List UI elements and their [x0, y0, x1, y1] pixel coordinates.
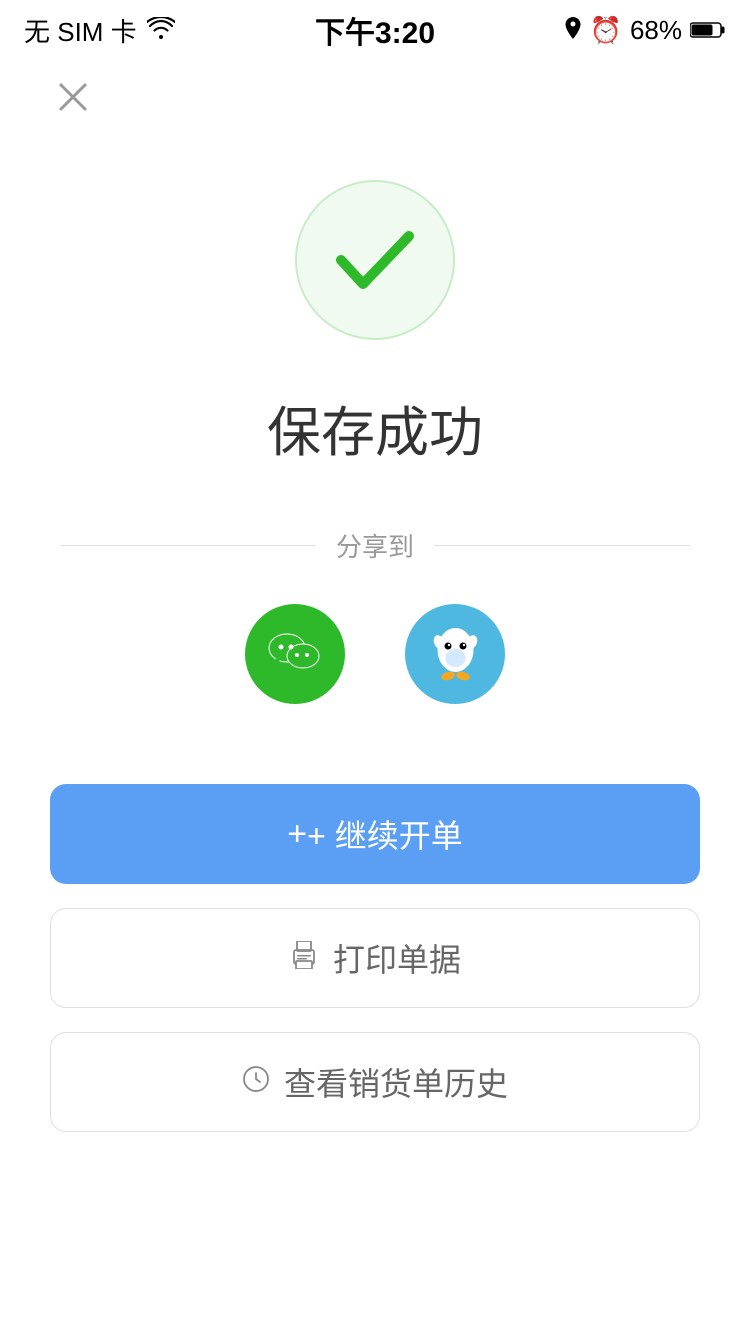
divider-left [60, 545, 316, 546]
main-content: 保存成功 分享到 [0, 60, 750, 1132]
plus-icon: + [287, 815, 307, 854]
wechat-share-button[interactable] [245, 604, 345, 704]
action-buttons: + + 继续开单 打印单据 [0, 784, 750, 1132]
print-label: 打印单据 [333, 935, 461, 981]
success-icon-circle [295, 180, 455, 340]
no-sim-label: 无 SIM 卡 [24, 12, 137, 49]
success-title: 保存成功 [267, 388, 483, 467]
divider-right [434, 545, 690, 546]
alarm-icon: ⏰ [590, 15, 622, 46]
history-label: 查看销货单历史 [284, 1059, 508, 1105]
status-left: 无 SIM 卡 [24, 12, 175, 49]
history-button[interactable]: 查看销货单历史 [50, 1032, 700, 1132]
battery-icon [690, 15, 726, 46]
print-button[interactable]: 打印单据 [50, 908, 700, 1008]
status-bar: 无 SIM 卡 下午3:20 ⏰ 68% [0, 0, 750, 60]
qq-share-button[interactable] [405, 604, 505, 704]
continue-order-button[interactable]: + + 继续开单 [50, 784, 700, 884]
wifi-icon [147, 15, 175, 46]
continue-label: + 继续开单 [307, 811, 463, 857]
status-right: ⏰ 68% [564, 15, 726, 46]
share-section: 分享到 [0, 527, 750, 704]
share-label: 分享到 [316, 527, 434, 564]
share-icons-row [245, 604, 505, 704]
print-icon [289, 940, 319, 977]
history-icon [242, 1064, 270, 1101]
location-icon [564, 15, 582, 46]
battery-label: 68% [630, 15, 682, 46]
close-button[interactable] [48, 72, 98, 122]
status-time: 下午3:20 [315, 8, 435, 52]
divider-row: 分享到 [0, 527, 750, 564]
